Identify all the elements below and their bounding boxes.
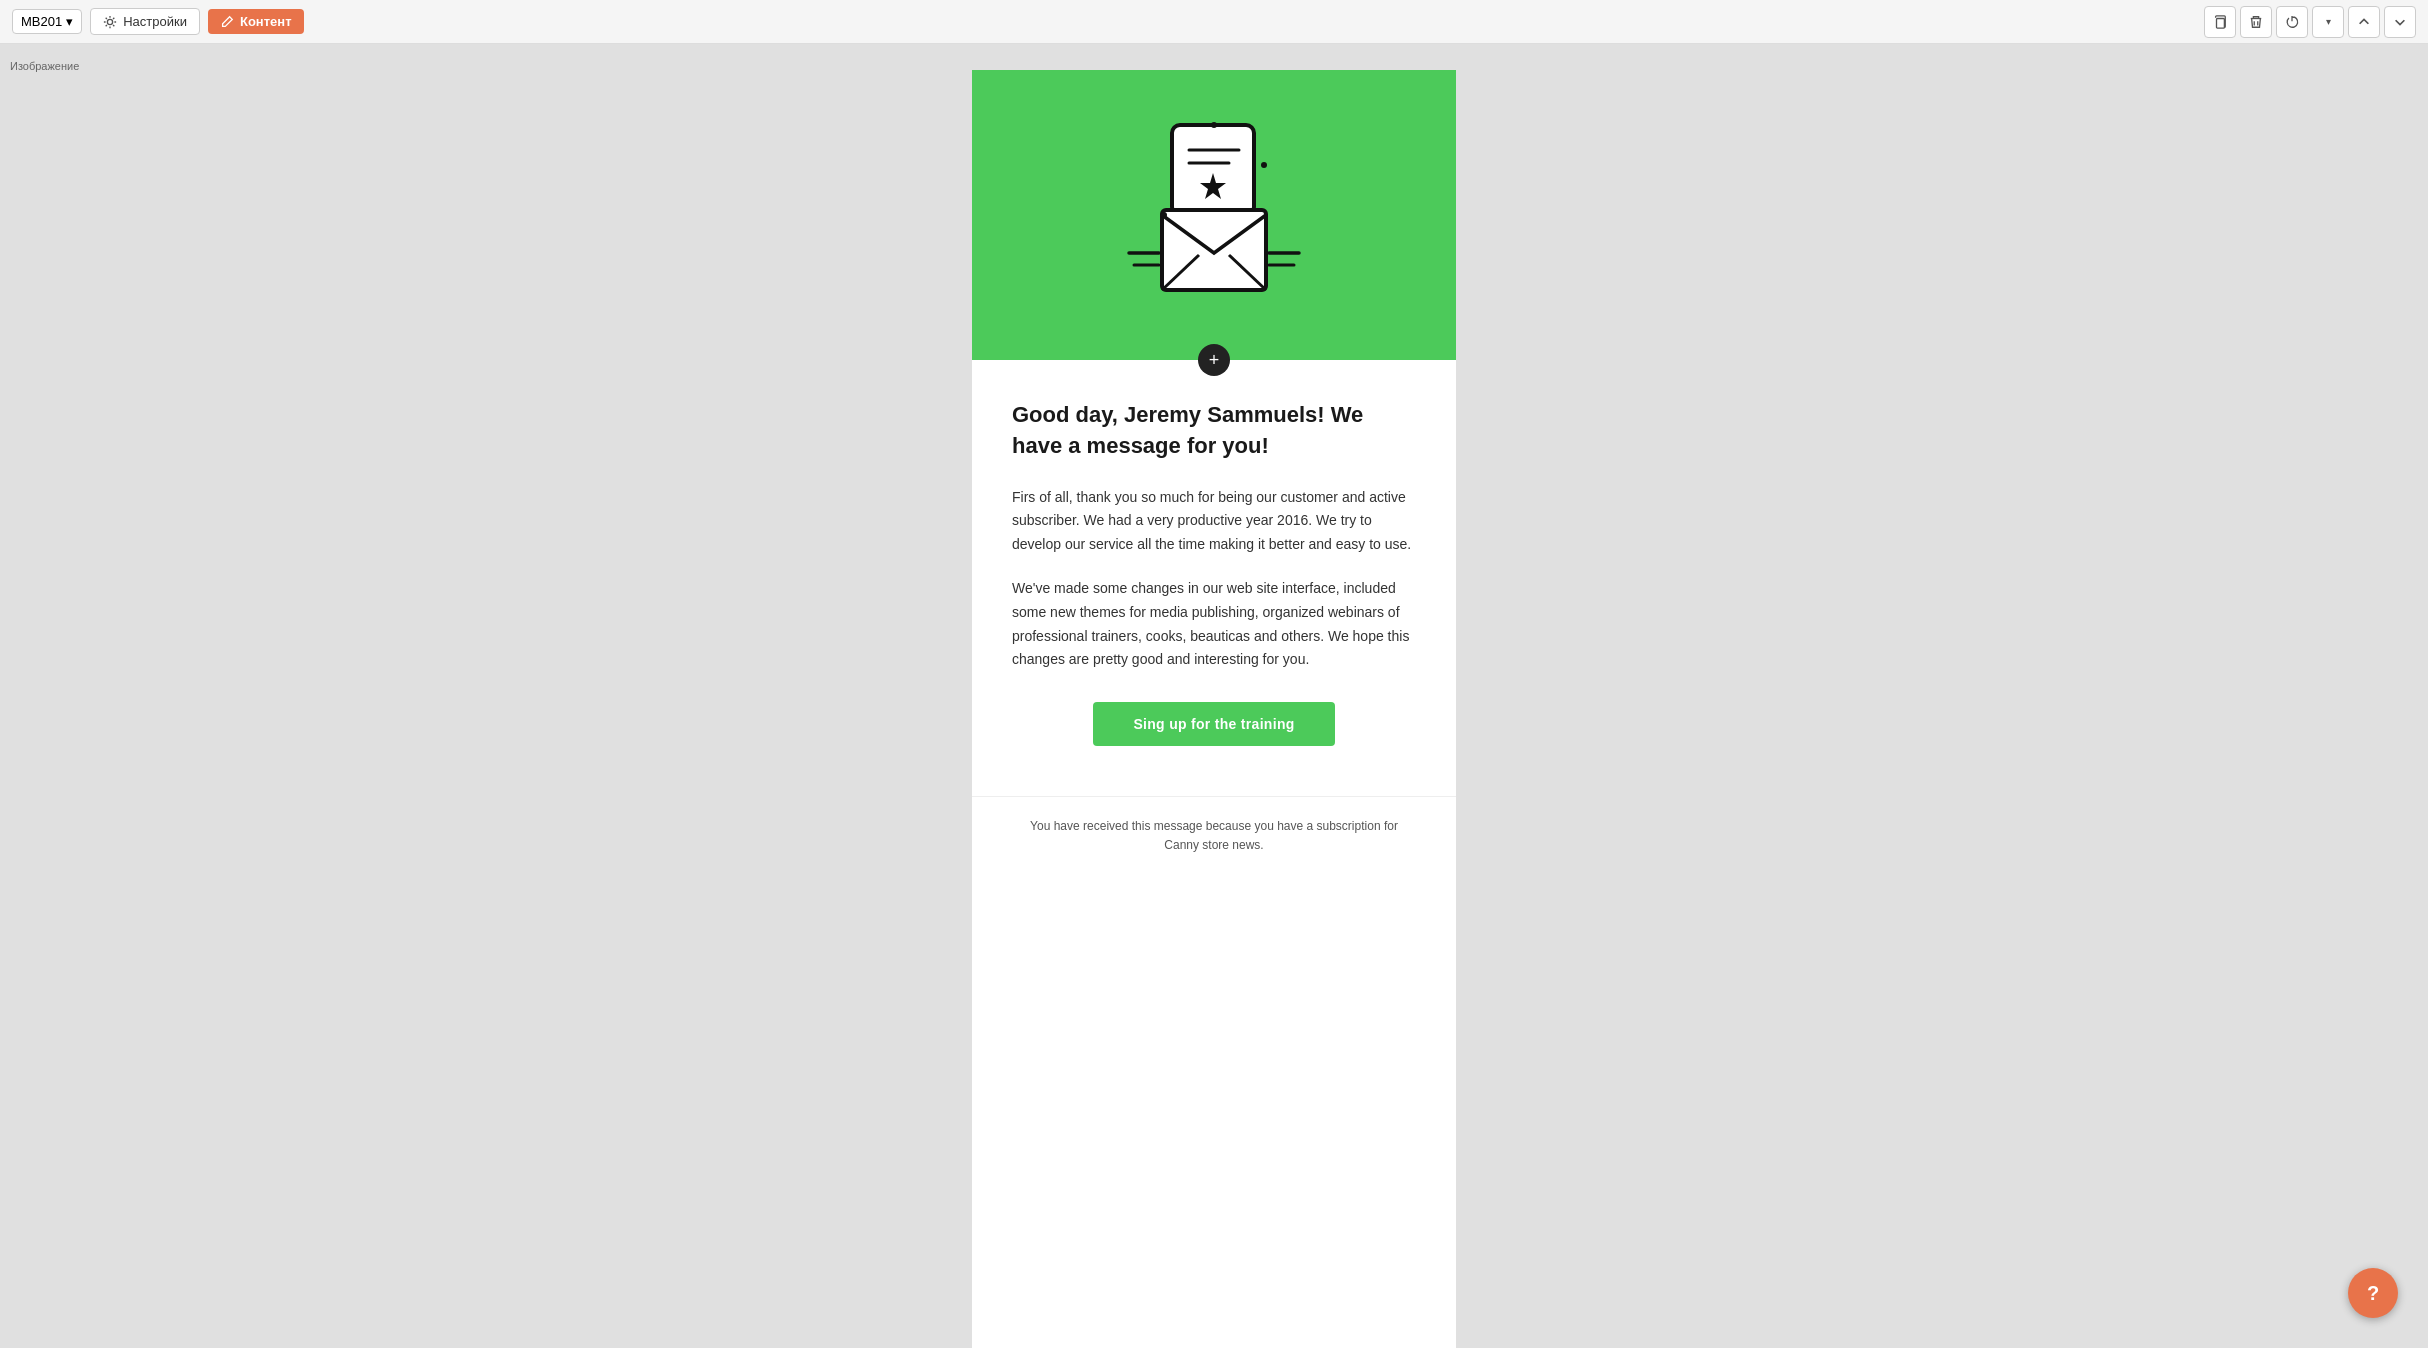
delete-button[interactable] [2240, 6, 2272, 38]
email-greeting: Good day, Jeremy Sammuels! We have a mes… [1012, 400, 1416, 462]
dropdown-icon: ▾ [2326, 16, 2331, 27]
svg-point-0 [108, 19, 113, 24]
settings-button[interactable]: Настройки [90, 8, 200, 35]
version-label: МВ201 [21, 14, 62, 29]
svg-point-15 [1161, 212, 1167, 218]
envelope-illustration [1104, 105, 1324, 325]
move-up-button[interactable] [2348, 6, 2380, 38]
help-button[interactable]: ? [2348, 1268, 2398, 1318]
trash-icon [2249, 15, 2263, 29]
version-dropdown[interactable]: МВ201 ▾ [12, 9, 82, 34]
copy-icon [2213, 15, 2227, 29]
add-section-button[interactable]: + [1198, 344, 1230, 376]
move-down-button[interactable] [2384, 6, 2416, 38]
cta-button[interactable]: Sing up for the training [1093, 702, 1334, 746]
gear-icon [103, 15, 117, 29]
top-bar-right: ▾ [2204, 6, 2416, 38]
left-panel-label: Изображение [10, 60, 79, 72]
email-container: + Good day, Jeremy Sammuels! We have a m… [972, 70, 1456, 1348]
svg-point-13 [1211, 122, 1217, 128]
power-icon [2285, 15, 2299, 29]
email-body: Good day, Jeremy Sammuels! We have a mes… [972, 360, 1456, 796]
email-paragraph-1: Firs of all, thank you so much for being… [1012, 486, 1416, 557]
svg-point-14 [1261, 162, 1267, 168]
chevron-down-icon: ▾ [66, 14, 73, 29]
footer-text: You have received this message because y… [1030, 819, 1398, 852]
cta-wrapper: Sing up for the training [1012, 702, 1416, 746]
top-bar: МВ201 ▾ Настройки Контент [0, 0, 2428, 44]
settings-label: Настройки [123, 14, 187, 29]
pencil-icon [220, 15, 234, 29]
chevron-up-icon [2357, 15, 2371, 29]
copy-button[interactable] [2204, 6, 2236, 38]
email-header: + [972, 70, 1456, 360]
email-footer: You have received this message because y… [972, 796, 1456, 875]
svg-rect-1 [2217, 18, 2225, 28]
content-label: Контент [240, 14, 292, 29]
top-bar-left: МВ201 ▾ Настройки Контент [12, 8, 304, 35]
svg-rect-2 [1172, 125, 1254, 215]
svg-rect-6 [1162, 210, 1266, 290]
main-area: + Good day, Jeremy Sammuels! We have a m… [0, 0, 2428, 1348]
power-button[interactable] [2276, 6, 2308, 38]
content-button[interactable]: Контент [208, 9, 304, 34]
chevron-down-icon [2393, 15, 2407, 29]
email-paragraph-2: We've made some changes in our web site … [1012, 577, 1416, 672]
dropdown-button[interactable]: ▾ [2312, 6, 2344, 38]
